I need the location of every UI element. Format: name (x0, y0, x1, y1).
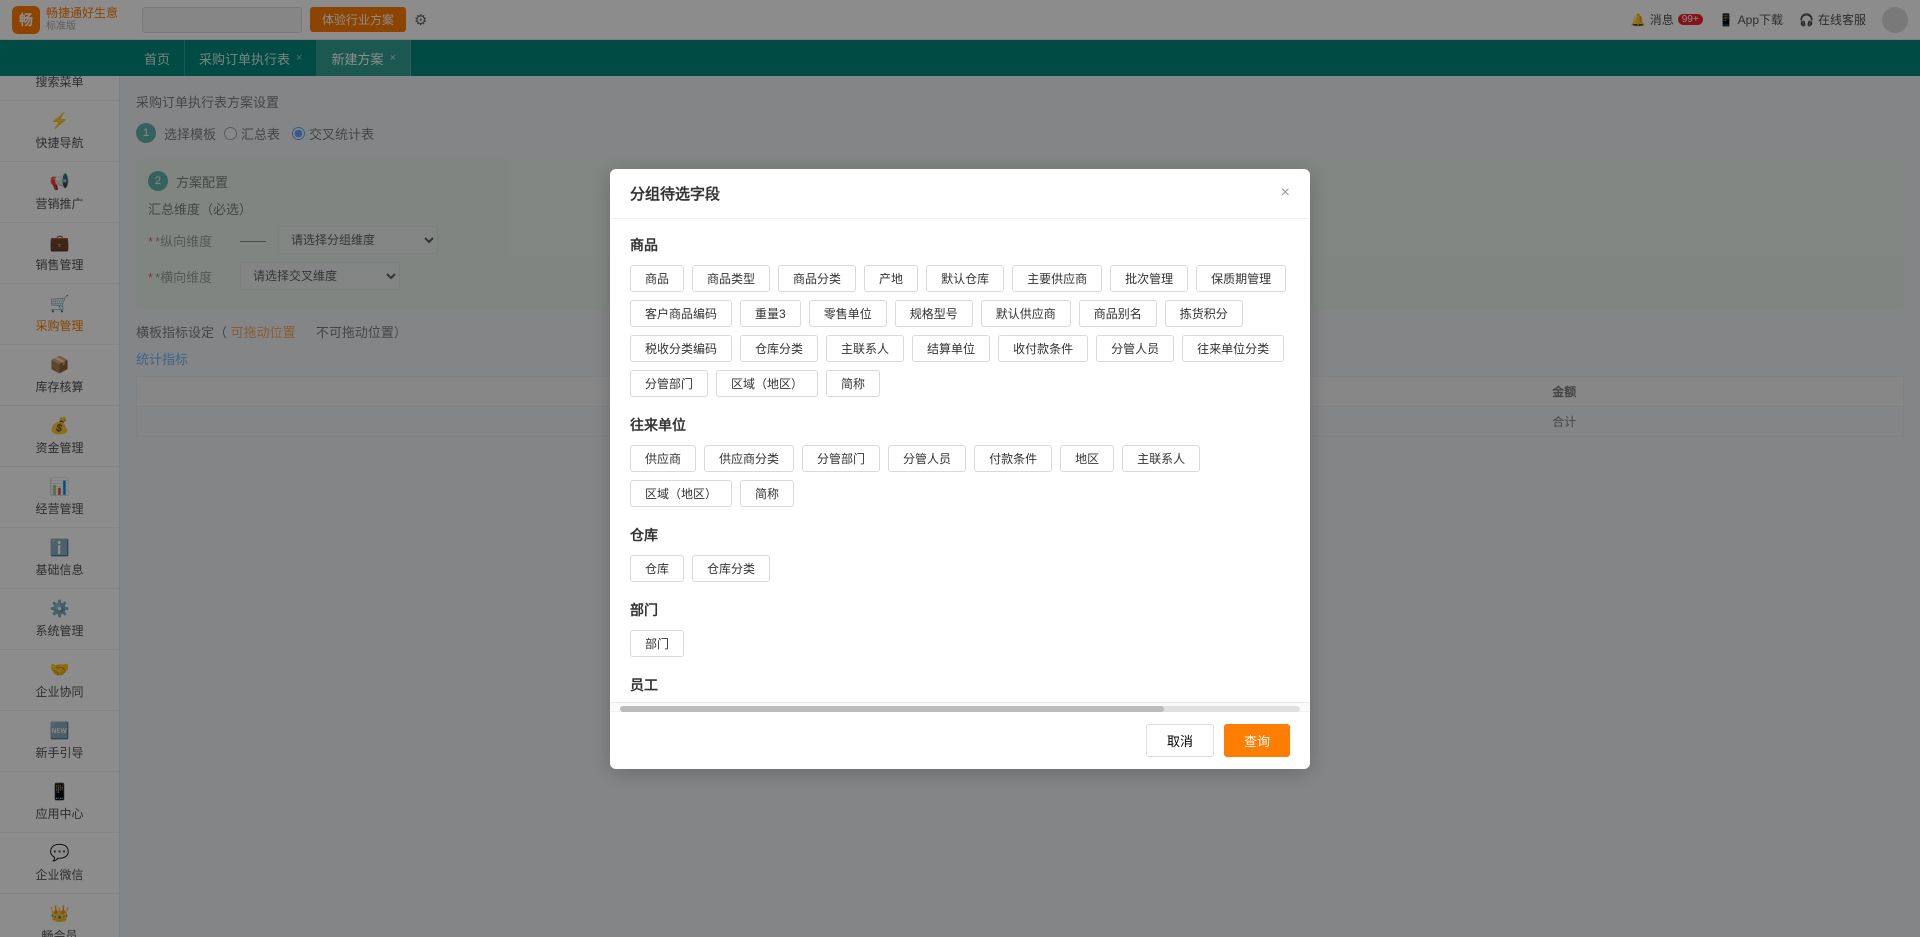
field-tag[interactable]: 仓库分类 (740, 335, 818, 362)
modal-body[interactable]: 商品 商品 商品类型 商品分类 产地 默认仓库 主要供应商 批次管理 保质期管理… (610, 219, 1310, 702)
section-title-warehouse: 仓库 (630, 525, 1290, 545)
field-tag[interactable]: 部门 (630, 630, 684, 657)
field-tag[interactable]: 付款条件 (974, 445, 1052, 472)
field-tag[interactable]: 分管人员 (1096, 335, 1174, 362)
field-tag[interactable]: 仓库 (630, 555, 684, 582)
section-title-partner: 往来单位 (630, 415, 1290, 435)
field-tag[interactable]: 地区 (1060, 445, 1114, 472)
section-title-dept: 部门 (630, 600, 1290, 620)
field-tag[interactable]: 结算单位 (912, 335, 990, 362)
field-tag[interactable]: 往来单位分类 (1182, 335, 1284, 362)
modal-cancel-btn[interactable]: 取消 (1146, 724, 1214, 757)
field-tag[interactable]: 区域（地区） (630, 480, 732, 507)
field-tag[interactable]: 供应商分类 (704, 445, 794, 472)
field-tag[interactable]: 保质期管理 (1196, 265, 1286, 292)
field-tag[interactable]: 分管部门 (630, 370, 708, 397)
field-tag[interactable]: 默认仓库 (926, 265, 1004, 292)
field-group-dept: 部门 部门 (630, 600, 1290, 657)
modal-hscroll[interactable] (610, 702, 1310, 711)
field-tag[interactable]: 重量3 (740, 300, 801, 327)
field-tag[interactable]: 客户商品编码 (630, 300, 732, 327)
field-tag[interactable]: 零售单位 (809, 300, 887, 327)
modal-title: 分组待选字段 (630, 183, 720, 204)
section-title-product: 商品 (630, 235, 1290, 255)
field-tag[interactable]: 税收分类编码 (630, 335, 732, 362)
field-tag[interactable]: 仓库分类 (692, 555, 770, 582)
modal: 分组待选字段 × 商品 商品 商品类型 商品分类 产地 默认仓库 主要供应商 批… (610, 169, 1310, 769)
field-tag[interactable]: 简称 (740, 480, 794, 507)
field-tag[interactable]: 区域（地区） (716, 370, 818, 397)
modal-confirm-btn[interactable]: 查询 (1224, 724, 1290, 757)
field-tag[interactable]: 商品类型 (692, 265, 770, 292)
field-tags-warehouse: 仓库 仓库分类 (630, 555, 1290, 582)
field-tag[interactable]: 分管人员 (888, 445, 966, 472)
field-tag[interactable]: 产地 (864, 265, 918, 292)
field-tag[interactable]: 主联系人 (826, 335, 904, 362)
modal-footer: 取消 查询 (610, 711, 1310, 769)
field-tags-product: 商品 商品类型 商品分类 产地 默认仓库 主要供应商 批次管理 保质期管理 客户… (630, 265, 1290, 397)
field-tag[interactable]: 拣货积分 (1165, 300, 1243, 327)
field-group-partner: 往来单位 供应商 供应商分类 分管部门 分管人员 付款条件 地区 主联系人 区域… (630, 415, 1290, 507)
field-tag[interactable]: 主要供应商 (1012, 265, 1102, 292)
field-tag[interactable]: 主联系人 (1122, 445, 1200, 472)
field-tag[interactable]: 简称 (826, 370, 880, 397)
field-group-warehouse: 仓库 仓库 仓库分类 (630, 525, 1290, 582)
field-group-product: 商品 商品 商品类型 商品分类 产地 默认仓库 主要供应商 批次管理 保质期管理… (630, 235, 1290, 397)
field-tags-partner: 供应商 供应商分类 分管部门 分管人员 付款条件 地区 主联系人 区域（地区） … (630, 445, 1290, 507)
field-tag[interactable]: 分管部门 (802, 445, 880, 472)
field-tag[interactable]: 批次管理 (1110, 265, 1188, 292)
modal-header: 分组待选字段 × (610, 169, 1310, 219)
field-group-staff: 员工 业务员 (630, 675, 1290, 702)
field-tag[interactable]: 默认供应商 (981, 300, 1071, 327)
section-title-staff: 员工 (630, 675, 1290, 695)
field-tag[interactable]: 商品 (630, 265, 684, 292)
close-icon[interactable]: × (1281, 184, 1290, 202)
field-tag[interactable]: 收付款条件 (998, 335, 1088, 362)
overlay: 分组待选字段 × 商品 商品 商品类型 商品分类 产地 默认仓库 主要供应商 批… (0, 0, 1920, 937)
field-tag[interactable]: 商品分类 (778, 265, 856, 292)
field-tag[interactable]: 商品别名 (1079, 300, 1157, 327)
field-tag[interactable]: 规格型号 (895, 300, 973, 327)
field-tags-dept: 部门 (630, 630, 1290, 657)
field-tag[interactable]: 供应商 (630, 445, 696, 472)
